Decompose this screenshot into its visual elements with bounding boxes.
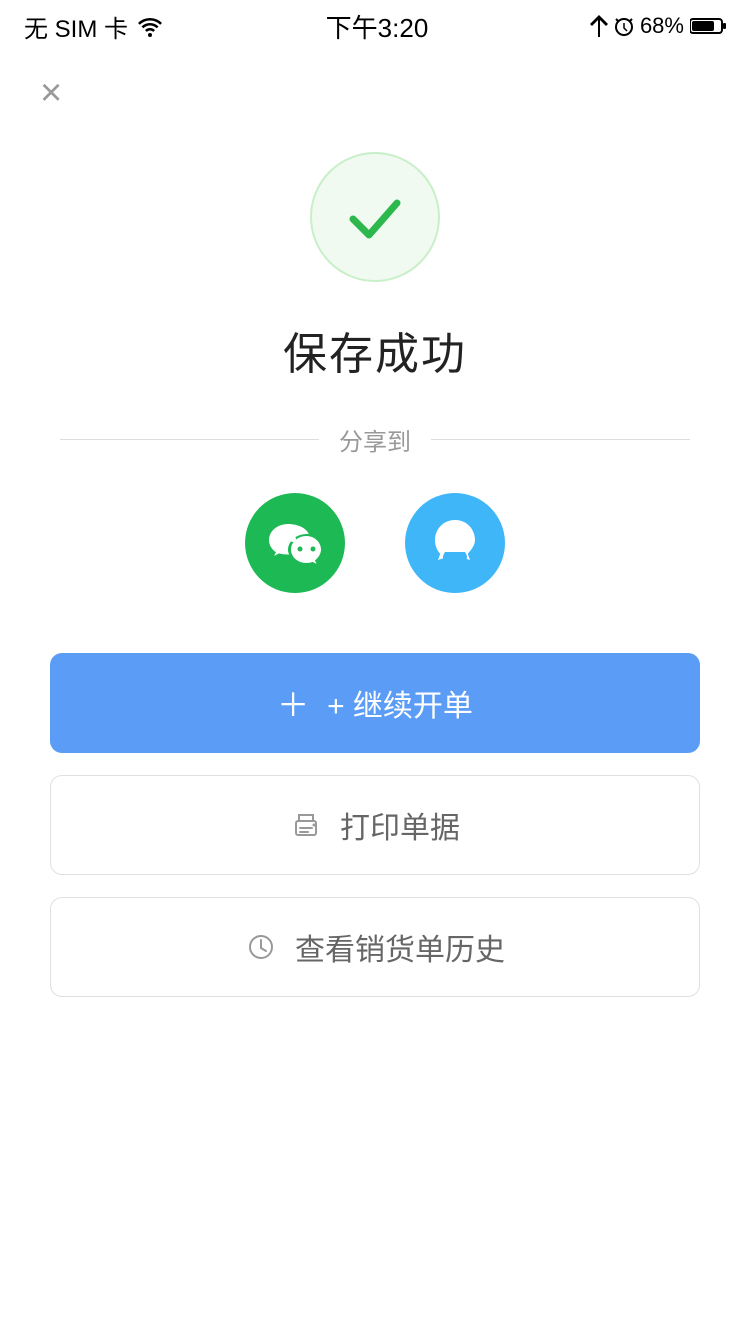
continue-label: + 继续开单 xyxy=(327,681,473,725)
qq-share-button[interactable] xyxy=(405,493,505,593)
print-icon xyxy=(290,809,322,841)
battery-icon xyxy=(690,17,726,35)
check-circle xyxy=(310,152,440,282)
share-section: 分享到 xyxy=(0,422,750,633)
divider-left xyxy=(60,439,319,440)
battery-text: 68% xyxy=(640,13,684,39)
status-left: 无 SIM 卡 xyxy=(24,9,164,44)
continue-button[interactable]: ＋ + 继续开单 xyxy=(50,653,700,753)
divider-right xyxy=(431,439,690,440)
status-right: 68% xyxy=(590,13,726,39)
history-button[interactable]: 查看销货单历史 xyxy=(50,897,700,997)
close-icon[interactable]: × xyxy=(40,74,62,112)
actions-section: ＋ + 继续开单 打印单据 查看销货单历史 xyxy=(0,633,750,997)
success-section: 保存成功 xyxy=(0,132,750,422)
status-time: 下午3:20 xyxy=(326,8,429,45)
location-icon xyxy=(590,15,608,37)
share-divider: 分享到 xyxy=(0,422,750,457)
alarm-icon xyxy=(614,15,634,37)
history-icon xyxy=(245,931,277,963)
history-label: 查看销货单历史 xyxy=(295,925,505,969)
share-label: 分享到 xyxy=(319,422,431,457)
status-bar: 无 SIM 卡 下午3:20 68% xyxy=(0,0,750,44)
print-label: 打印单据 xyxy=(340,803,460,847)
wifi-icon xyxy=(136,15,164,37)
wechat-share-button[interactable] xyxy=(245,493,345,593)
plus-icon: ＋ xyxy=(277,680,309,726)
share-icons-row xyxy=(245,493,505,593)
wechat-icon xyxy=(266,518,324,568)
print-button[interactable]: 打印单据 xyxy=(50,775,700,875)
qq-icon xyxy=(426,514,484,572)
no-sim-text: 无 SIM 卡 xyxy=(24,9,128,44)
success-title: 保存成功 xyxy=(283,318,467,382)
checkmark-icon xyxy=(341,183,409,251)
close-button-area[interactable]: × xyxy=(0,44,750,132)
